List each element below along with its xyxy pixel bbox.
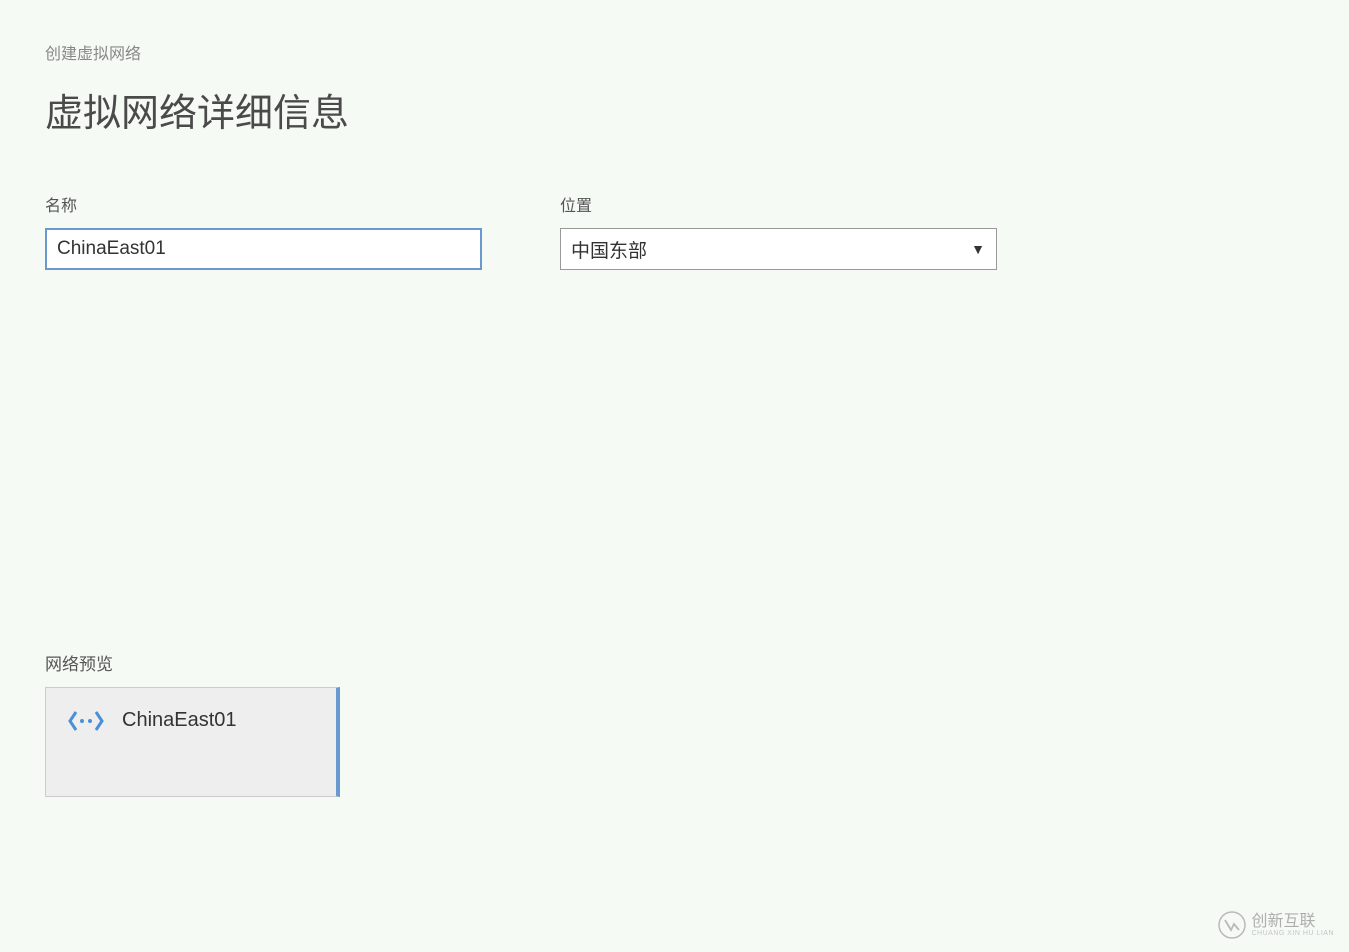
- name-input[interactable]: [45, 228, 482, 270]
- name-label: 名称: [45, 192, 482, 216]
- form-row: 名称 位置 中国东部 ▼: [45, 192, 1304, 270]
- watermark-subtext: CHUANG XIN HU LIAN: [1251, 930, 1334, 937]
- location-form-group: 位置 中国东部 ▼: [560, 192, 997, 270]
- watermark: 创新互联 CHUANG XIN HU LIAN: [1217, 910, 1334, 940]
- location-select-wrapper: 中国东部 ▼: [560, 228, 997, 270]
- name-form-group: 名称: [45, 192, 482, 270]
- page-container: 创建虚拟网络 虚拟网络详细信息 名称 位置 中国东部 ▼ 网络预览: [0, 0, 1349, 837]
- watermark-logo-icon: [1217, 910, 1247, 940]
- network-icon: [68, 708, 104, 739]
- page-title: 虚拟网络详细信息: [45, 82, 1304, 137]
- network-preview-card[interactable]: ChinaEast01: [45, 687, 340, 797]
- preview-section: 网络预览 ChinaEast01: [45, 650, 1304, 797]
- preview-label: 网络预览: [45, 650, 1304, 675]
- location-label: 位置: [560, 192, 997, 216]
- watermark-text: 创新互联: [1251, 914, 1334, 930]
- watermark-text-group: 创新互联 CHUANG XIN HU LIAN: [1251, 914, 1334, 937]
- location-select[interactable]: 中国东部: [560, 228, 997, 270]
- breadcrumb: 创建虚拟网络: [45, 40, 1304, 64]
- preview-network-name: ChinaEast01: [122, 709, 237, 732]
- location-selected-value: 中国东部: [571, 236, 647, 263]
